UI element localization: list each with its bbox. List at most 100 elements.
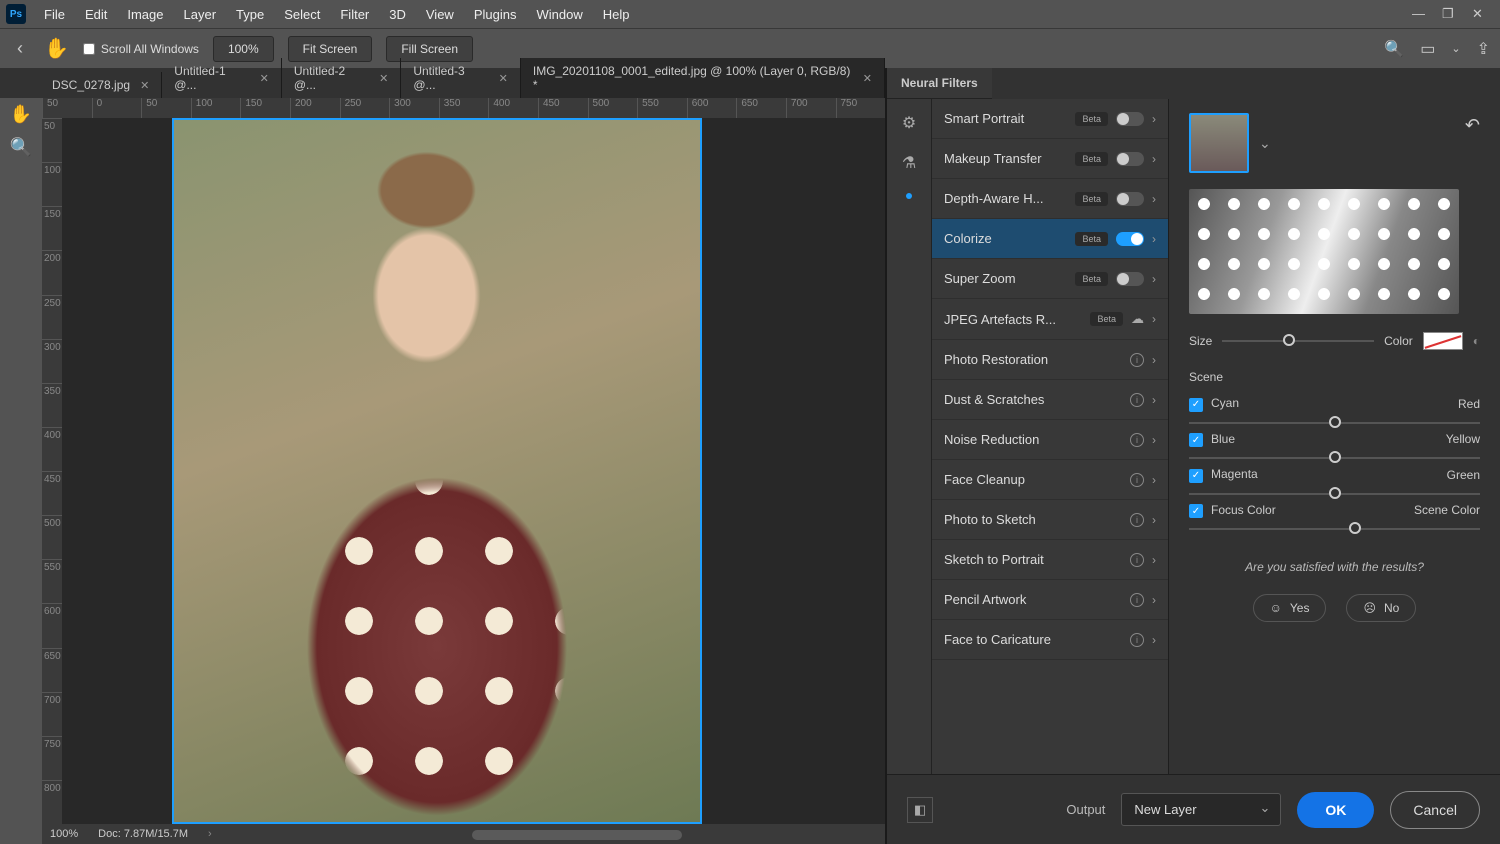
document-tab[interactable]: IMG_20201108_0001_edited.jpg @ 100% (Lay…	[521, 58, 885, 98]
info-icon[interactable]: i	[1130, 553, 1144, 567]
canvas[interactable]	[62, 118, 885, 824]
left-toolbar: ✋ 🔍	[0, 98, 42, 844]
menu-select[interactable]: Select	[274, 3, 330, 26]
balance-checkbox[interactable]: ✓	[1189, 469, 1203, 483]
balance-slider[interactable]	[1189, 493, 1480, 495]
scrollbar-thumb[interactable]	[472, 830, 682, 840]
menu-edit[interactable]: Edit	[75, 3, 117, 26]
menu-file[interactable]: File	[34, 3, 75, 26]
chevron-right-icon: ›	[1152, 192, 1156, 206]
zoom-tool-icon[interactable]: 🔍	[10, 137, 32, 158]
image-frame[interactable]	[172, 118, 702, 824]
balance-checkbox[interactable]: ✓	[1189, 504, 1203, 518]
chevron-right-icon: ›	[1152, 513, 1156, 527]
document-tab[interactable]: Untitled-2 @...✕	[282, 58, 402, 98]
filter-row-dust-scratches[interactable]: Dust & Scratchesi›	[932, 380, 1168, 420]
balance-slider[interactable]	[1189, 422, 1480, 424]
filter-row-pencil-artwork[interactable]: Pencil Artworki›	[932, 580, 1168, 620]
info-icon[interactable]: i	[1130, 593, 1144, 607]
filter-row-smart-portrait[interactable]: Smart PortraitBeta›	[932, 99, 1168, 139]
filter-name: Smart Portrait	[944, 111, 1067, 126]
yes-button[interactable]: ☺Yes	[1253, 594, 1327, 622]
menu-window[interactable]: Window	[526, 3, 592, 26]
info-icon[interactable]: i	[1130, 473, 1144, 487]
filter-row-colorize[interactable]: ColorizeBeta›	[932, 219, 1168, 259]
filter-row-jpeg-artefacts-r-[interactable]: JPEG Artefacts R...Beta☁›	[932, 299, 1168, 340]
menu-layer[interactable]: Layer	[174, 3, 227, 26]
close-tab-icon[interactable]: ✕	[140, 79, 149, 92]
cloud-download-icon[interactable]: ☁	[1131, 311, 1144, 327]
filter-row-super-zoom[interactable]: Super ZoomBeta›	[932, 259, 1168, 299]
chevron-down-icon[interactable]: ⌄	[1259, 135, 1271, 152]
info-icon[interactable]: i	[1130, 633, 1144, 647]
hand-tool-icon[interactable]: ✋	[44, 36, 69, 61]
info-icon[interactable]: i	[1130, 353, 1144, 367]
menu-help[interactable]: Help	[593, 3, 640, 26]
close-tab-icon[interactable]: ✕	[260, 72, 269, 85]
size-slider[interactable]	[1222, 340, 1374, 342]
workspace-icon[interactable]: ▭	[1420, 39, 1435, 59]
menu-type[interactable]: Type	[226, 3, 274, 26]
filter-settings: ↶ ⌄ Size Color ◐ Scene ✓CyanRed✓BlueYell…	[1169, 99, 1500, 774]
info-icon[interactable]: i	[1130, 513, 1144, 527]
filter-toggle[interactable]	[1116, 192, 1144, 206]
reset-icon[interactable]: ↶	[1465, 115, 1480, 136]
close-tab-icon[interactable]: ✕	[379, 72, 388, 85]
color-menu-icon[interactable]: ◐	[1473, 334, 1480, 348]
info-icon[interactable]: i	[1130, 433, 1144, 447]
back-icon[interactable]: ‹	[10, 38, 30, 59]
filter-toggle[interactable]	[1116, 272, 1144, 286]
document-tab[interactable]: Untitled-3 @...✕	[401, 58, 521, 98]
sliders-icon[interactable]: ⚙	[902, 113, 916, 133]
hand-tool-icon[interactable]: ✋	[10, 104, 32, 125]
search-icon[interactable]: 🔍	[1384, 39, 1404, 59]
document-area: DSC_0278.jpg✕Untitled-1 @...✕Untitled-2 …	[0, 68, 885, 844]
close-icon[interactable]: ✕	[1472, 6, 1486, 22]
beaker-icon[interactable]: ⚗	[902, 153, 916, 173]
minimize-icon[interactable]: —	[1412, 6, 1426, 22]
chevron-right-icon: ›	[1152, 473, 1156, 487]
menu-image[interactable]: Image	[117, 3, 173, 26]
filter-toggle[interactable]	[1116, 232, 1144, 246]
menu-3d[interactable]: 3D	[379, 3, 416, 26]
filter-toggle[interactable]	[1116, 112, 1144, 126]
chevron-right-icon: ›	[1152, 152, 1156, 166]
menu-view[interactable]: View	[416, 3, 464, 26]
share-icon[interactable]: ⇪	[1477, 39, 1490, 59]
filter-row-noise-reduction[interactable]: Noise Reductioni›	[932, 420, 1168, 460]
chevron-right-icon: ›	[1152, 232, 1156, 246]
layer-preview-icon[interactable]: ◧	[907, 797, 933, 823]
filter-row-photo-restoration[interactable]: Photo Restorationi›	[932, 340, 1168, 380]
color-swatch[interactable]	[1423, 332, 1463, 350]
balance-checkbox[interactable]: ✓	[1189, 398, 1203, 412]
preview-image[interactable]	[1189, 189, 1459, 314]
balance-checkbox[interactable]: ✓	[1189, 433, 1203, 447]
filter-row-depth-aware-h-[interactable]: Depth-Aware H...Beta›	[932, 179, 1168, 219]
close-tab-icon[interactable]: ✕	[863, 72, 872, 85]
maximize-icon[interactable]: ❐	[1442, 6, 1456, 22]
chevron-right-icon: ›	[1152, 593, 1156, 607]
status-chevron-icon[interactable]: ›	[208, 828, 212, 840]
filter-toggle[interactable]	[1116, 152, 1144, 166]
filter-row-makeup-transfer[interactable]: Makeup TransferBeta›	[932, 139, 1168, 179]
output-select[interactable]: New Layer	[1121, 793, 1281, 826]
menu-filter[interactable]: Filter	[330, 3, 379, 26]
balance-slider[interactable]	[1189, 528, 1480, 530]
info-icon[interactable]: i	[1130, 393, 1144, 407]
no-button[interactable]: ☹No	[1346, 594, 1416, 622]
filter-row-face-cleanup[interactable]: Face Cleanupi›	[932, 460, 1168, 500]
filter-row-face-to-caricature[interactable]: Face to Caricaturei›	[932, 620, 1168, 660]
close-tab-icon[interactable]: ✕	[499, 72, 508, 85]
filter-row-sketch-to-portrait[interactable]: Sketch to Portraiti›	[932, 540, 1168, 580]
filter-row-photo-to-sketch[interactable]: Photo to Sketchi›	[932, 500, 1168, 540]
ok-button[interactable]: OK	[1297, 792, 1374, 828]
face-thumbnail[interactable]	[1189, 113, 1249, 173]
document-tab[interactable]: DSC_0278.jpg✕	[40, 72, 162, 98]
scroll-all-checkbox[interactable]: Scroll All Windows	[83, 42, 199, 56]
document-tab[interactable]: Untitled-1 @...✕	[162, 58, 282, 98]
balance-slider[interactable]	[1189, 457, 1480, 459]
filter-name: Photo Restoration	[944, 352, 1122, 367]
workspace-chevron-icon[interactable]: ⌄	[1451, 42, 1460, 55]
cancel-button[interactable]: Cancel	[1390, 791, 1480, 829]
menu-plugins[interactable]: Plugins	[464, 3, 527, 26]
